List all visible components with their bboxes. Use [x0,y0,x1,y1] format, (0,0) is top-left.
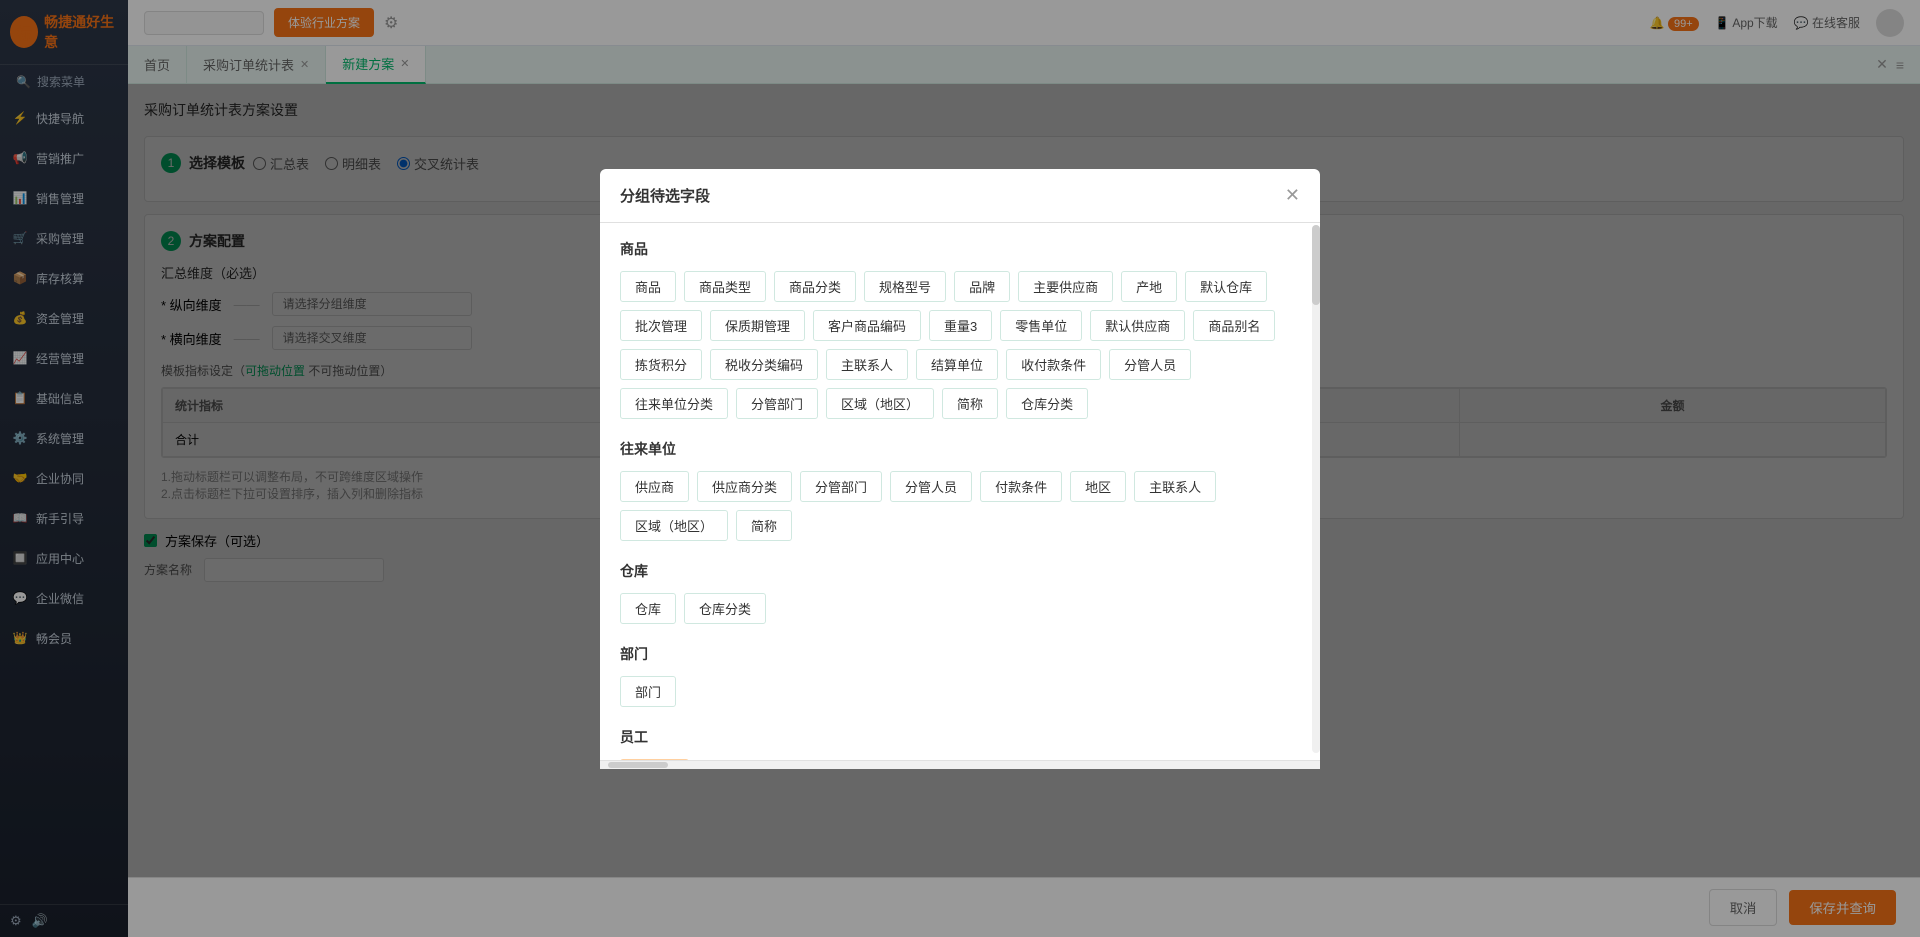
tag-settle-unit[interactable]: 结算单位 [916,349,998,380]
section-partner-title: 往来单位 [620,439,1300,459]
product-tags: 商品 商品类型 商品分类 规格型号 品牌 主要供应商 产地 默认仓库 批次管理 … [620,271,1300,419]
tag-product-type[interactable]: 商品类型 [684,271,766,302]
tag-department[interactable]: 部门 [620,676,676,707]
tag-pick-points[interactable]: 拣货积分 [620,349,702,380]
modal-title: 分组待选字段 [620,185,710,206]
section-employee: 员工 业务员 [620,727,1300,760]
modal-overlay: 分组待选字段 ✕ 商品 商品 商品类型 商品分类 规格型号 品牌 主要供应商 产… [0,0,1920,937]
tag-batch-mgmt[interactable]: 批次管理 [620,310,702,341]
tag-short-name-product[interactable]: 简称 [942,388,998,419]
modal-body: 商品 商品 商品类型 商品分类 规格型号 品牌 主要供应商 产地 默认仓库 批次… [600,223,1320,760]
section-department-title: 部门 [620,644,1300,664]
tag-default-supplier[interactable]: 默认供应商 [1090,310,1185,341]
section-employee-title: 员工 [620,727,1300,747]
tag-warehouse-cat[interactable]: 仓库分类 [1006,388,1088,419]
tag-region-partner[interactable]: 区域（地区） [620,510,728,541]
section-warehouse: 仓库 仓库 仓库分类 [620,561,1300,624]
tag-main-contact[interactable]: 主联系人 [826,349,908,380]
tag-warehouse-category[interactable]: 仓库分类 [684,593,766,624]
tag-warehouse[interactable]: 仓库 [620,593,676,624]
tag-dept-partner[interactable]: 分管部门 [800,471,882,502]
section-department: 部门 部门 [620,644,1300,707]
tag-product-category[interactable]: 商品分类 [774,271,856,302]
tag-retail-unit[interactable]: 零售单位 [1000,310,1082,341]
modal-hscroll-thumb [608,762,668,768]
modal-dialog: 分组待选字段 ✕ 商品 商品 商品类型 商品分类 规格型号 品牌 主要供应商 产… [600,169,1320,769]
section-product-title: 商品 [620,239,1300,259]
tag-payment-terms[interactable]: 收付款条件 [1006,349,1101,380]
tag-tax-code[interactable]: 税收分类编码 [710,349,818,380]
tag-spec-model[interactable]: 规格型号 [864,271,946,302]
modal-header: 分组待选字段 ✕ [600,169,1320,223]
tag-supervisor[interactable]: 分管人员 [1109,349,1191,380]
tag-origin[interactable]: 产地 [1121,271,1177,302]
modal-vscroll-thumb [1312,225,1320,305]
warehouse-tags: 仓库 仓库分类 [620,593,1300,624]
tag-supplier[interactable]: 供应商 [620,471,689,502]
modal-vertical-scrollbar[interactable] [1312,225,1320,753]
tag-shelf-life[interactable]: 保质期管理 [710,310,805,341]
tag-default-warehouse[interactable]: 默认仓库 [1185,271,1267,302]
section-partner: 往来单位 供应商 供应商分类 分管部门 分管人员 付款条件 地区 主联系人 区域… [620,439,1300,541]
tag-product[interactable]: 商品 [620,271,676,302]
tag-product-alias[interactable]: 商品别名 [1193,310,1275,341]
tag-main-contact-partner[interactable]: 主联系人 [1134,471,1216,502]
tag-payment-cond[interactable]: 付款条件 [980,471,1062,502]
partner-tags: 供应商 供应商分类 分管部门 分管人员 付款条件 地区 主联系人 区域（地区） … [620,471,1300,541]
modal-close-button[interactable]: ✕ [1285,185,1300,206]
tag-customer-code[interactable]: 客户商品编码 [813,310,921,341]
tag-short-name-partner[interactable]: 简称 [736,510,792,541]
section-warehouse-title: 仓库 [620,561,1300,581]
tag-brand[interactable]: 品牌 [954,271,1010,302]
tag-region-product[interactable]: 区域（地区） [826,388,934,419]
tag-area[interactable]: 地区 [1070,471,1126,502]
section-product: 商品 商品 商品类型 商品分类 规格型号 品牌 主要供应商 产地 默认仓库 批次… [620,239,1300,419]
tag-supplier-cat[interactable]: 供应商分类 [697,471,792,502]
tag-dept[interactable]: 分管部门 [736,388,818,419]
tag-main-supplier[interactable]: 主要供应商 [1018,271,1113,302]
department-tags: 部门 [620,676,1300,707]
tag-partner-category[interactable]: 往来单位分类 [620,388,728,419]
tag-weight3[interactable]: 重量3 [929,310,992,341]
tag-supervisor-partner[interactable]: 分管人员 [890,471,972,502]
modal-horizontal-scrollbar[interactable] [600,760,1320,769]
